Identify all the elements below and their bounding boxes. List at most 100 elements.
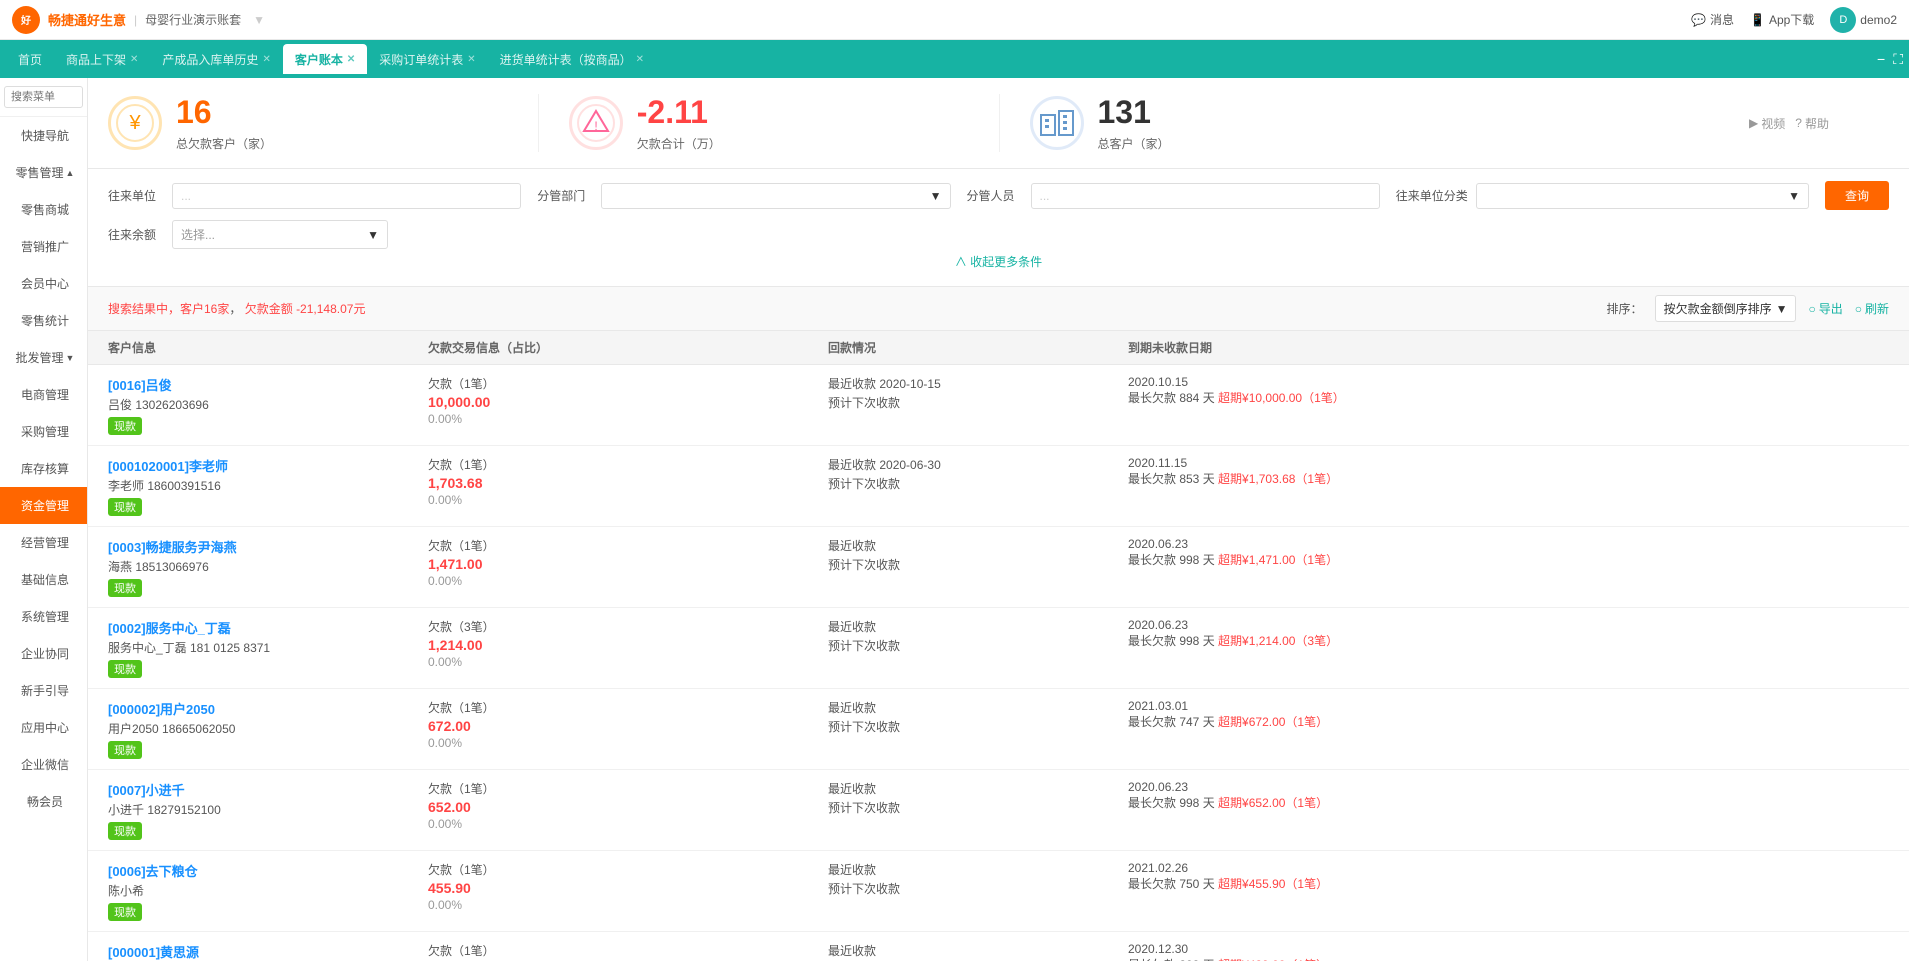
customer-info-cell: [0007]小进千 小进千 18279152100 现款 bbox=[108, 780, 428, 840]
sidebar-item-retail-shop[interactable]: 零售商城 bbox=[0, 191, 87, 228]
customer-info-cell: [0002]服务中心_丁磊 服务中心_丁磊 181 0125 8371 现款 bbox=[108, 618, 428, 678]
sidebar-item-marketing[interactable]: 营销推广 bbox=[0, 228, 87, 265]
customer-name-link[interactable]: [0007]小进千 bbox=[108, 780, 428, 799]
filter-dept: 分管部门 ▼ bbox=[537, 183, 950, 209]
sidebar-item-wholesale-mgmt[interactable]: 批发管理 ▼ bbox=[0, 339, 87, 376]
sidebar-item-business-mgmt[interactable]: 经营管理 bbox=[0, 524, 87, 561]
debt-percent: 0.00% bbox=[428, 898, 828, 912]
filter-select-balance[interactable]: 选择... ▼ bbox=[172, 220, 388, 249]
customer-phone: 小进千 18279152100 bbox=[108, 801, 428, 818]
filter-input-person[interactable]: ... bbox=[1031, 183, 1380, 209]
table-row: [0002]服务中心_丁磊 服务中心_丁磊 181 0125 8371 现款 欠… bbox=[88, 608, 1909, 689]
sidebar-item-system-mgmt[interactable]: 系统管理 bbox=[0, 598, 87, 635]
col-header-collection: 回款情况 bbox=[828, 339, 1128, 356]
help-btn[interactable]: ? 帮助 bbox=[1795, 115, 1829, 132]
sidebar-item-finance[interactable]: 资金管理 bbox=[0, 487, 87, 524]
customer-name-link[interactable]: [000001]黄思源 bbox=[108, 942, 428, 961]
stat-label-customers: 总欠款客户（家） bbox=[176, 135, 272, 152]
video-help-btn[interactable]: ▶ 视频 bbox=[1749, 115, 1785, 132]
refresh-btn[interactable]: ○ 刷新 bbox=[1855, 300, 1889, 317]
stat-icon-2: ! bbox=[569, 96, 623, 150]
results-info: 搜索结果中，客户16家， 欠款金额 -21,148.07元 bbox=[108, 300, 365, 317]
filter-row-1: 往来单位 ... 分管部门 ▼ 分管人员 ... bbox=[108, 181, 1889, 210]
maximize-icon[interactable]: ⛶ bbox=[1893, 51, 1903, 68]
stat-number-customers: 16 bbox=[176, 94, 272, 131]
export-btn[interactable]: ○ 导出 bbox=[1808, 300, 1842, 317]
close-icon[interactable]: ✕ bbox=[130, 54, 138, 65]
collection-cell: 最近收款 2020-06-30 预计下次收款 bbox=[828, 456, 1128, 516]
close-icon[interactable]: ✕ bbox=[636, 54, 644, 65]
logo-area: 好 畅捷通好生意 | 母婴行业演示账套 ▼ bbox=[12, 6, 265, 34]
minimize-icon[interactable]: − bbox=[1877, 51, 1885, 67]
customer-tag: 现款 bbox=[108, 417, 142, 435]
debt-amount: 1,703.68 bbox=[428, 475, 828, 491]
duedate-cell: 2020.12.30 最长欠款 808 天 超期¥429.00（1笔） bbox=[1128, 942, 1889, 961]
sidebar-item-inventory[interactable]: 库存核算 bbox=[0, 450, 87, 487]
tab-stock-stats[interactable]: 进货单统计表（按商品） ✕ bbox=[488, 44, 656, 74]
stat-info-2: -2.11 欠款合计（万） bbox=[637, 94, 721, 152]
logo-text: 畅捷通好生意 bbox=[48, 10, 126, 29]
sidebar-item-enterprise-wechat[interactable]: 企业微信 bbox=[0, 746, 87, 783]
sort-select[interactable]: 按欠款金额倒序排序 ▼ bbox=[1655, 295, 1797, 322]
sidebar-item-enterprise-collab[interactable]: 企业协同 bbox=[0, 635, 87, 672]
overdue-link[interactable]: 超期¥1,703.68（1笔） bbox=[1218, 472, 1338, 486]
customer-name-link[interactable]: [0002]服务中心_丁磊 bbox=[108, 618, 428, 637]
customer-tag: 现款 bbox=[108, 579, 142, 597]
table-row: [0007]小进千 小进千 18279152100 现款 欠款（1笔） 652.… bbox=[88, 770, 1909, 851]
customer-name-link[interactable]: [000002]用户2050 bbox=[108, 699, 428, 718]
filter-select-dept[interactable]: ▼ bbox=[601, 183, 950, 209]
debt-amount: 10,000.00 bbox=[428, 394, 828, 410]
tab-purchase-stats[interactable]: 采购订单统计表 ✕ bbox=[367, 44, 487, 74]
sidebar-item-retail-mgmt[interactable]: 零售管理 ▲ bbox=[0, 154, 87, 191]
debt-percent: 0.00% bbox=[428, 655, 828, 669]
filter-label-balance: 往来余额 bbox=[108, 226, 164, 243]
overdue-link[interactable]: 超期¥1,471.00（1笔） bbox=[1218, 553, 1338, 567]
filter-input-unit[interactable]: ... bbox=[172, 183, 521, 209]
sidebar-search-input[interactable] bbox=[4, 86, 83, 108]
sidebar-item-member-center[interactable]: 会员中心 bbox=[0, 265, 87, 302]
customer-name-link[interactable]: [0006]去下粮仓 bbox=[108, 861, 428, 880]
customer-name-link[interactable]: [0016]吕俊 bbox=[108, 375, 428, 394]
logo-icon: 好 bbox=[12, 6, 40, 34]
overdue-link[interactable]: 超期¥455.90（1笔） bbox=[1218, 877, 1328, 891]
sidebar-item-basic-info[interactable]: 基础信息 bbox=[0, 561, 87, 598]
sidebar-item-app-center[interactable]: 应用中心 bbox=[0, 709, 87, 746]
overdue-link[interactable]: 超期¥1,214.00（3笔） bbox=[1218, 634, 1338, 648]
col-header-duedate: 到期未收款日期 bbox=[1128, 339, 1889, 356]
collapse-more-btn[interactable]: ∧ 收起更多条件 bbox=[108, 249, 1889, 274]
stat-label-debt: 欠款合计（万） bbox=[637, 135, 721, 152]
close-icon[interactable]: ✕ bbox=[262, 54, 270, 65]
tab-home[interactable]: 首页 bbox=[6, 44, 54, 74]
tab-production-history[interactable]: 产成品入库单历史 ✕ bbox=[150, 44, 282, 74]
sidebar-item-member-vip[interactable]: 畅会员 bbox=[0, 783, 87, 820]
sidebar-item-ecommerce[interactable]: 电商管理 bbox=[0, 376, 87, 413]
collection-cell: 最近收款 预计下次收款 bbox=[828, 942, 1128, 961]
sidebar-item-newbie-guide[interactable]: 新手引导 bbox=[0, 672, 87, 709]
overdue-link[interactable]: 超期¥672.00（1笔） bbox=[1218, 715, 1328, 729]
customer-name-link[interactable]: [0003]畅捷服务尹海燕 bbox=[108, 537, 428, 556]
tab-customer-account[interactable]: 客户账本 ✕ bbox=[283, 44, 367, 74]
close-icon[interactable]: ✕ bbox=[347, 54, 355, 65]
search-button[interactable]: 查询 bbox=[1825, 181, 1889, 210]
sidebar-item-purchase-mgmt[interactable]: 采购管理 bbox=[0, 413, 87, 450]
tab-goods-listing[interactable]: 商品上下架 ✕ bbox=[54, 44, 150, 74]
results-bar: 搜索结果中，客户16家， 欠款金额 -21,148.07元 排序： 按欠款金额倒… bbox=[88, 287, 1909, 331]
chevron-down-icon: ▼ bbox=[930, 189, 942, 203]
app-download-btn[interactable]: 📱 App下载 bbox=[1750, 11, 1814, 28]
filter-select-category[interactable]: ▼ bbox=[1476, 183, 1809, 209]
close-icon[interactable]: ✕ bbox=[467, 54, 475, 65]
debt-info-cell: 欠款（1笔） 10,000.00 0.00% bbox=[428, 375, 828, 435]
overdue-link[interactable]: 超期¥652.00（1笔） bbox=[1218, 796, 1328, 810]
video-icon: ▶ bbox=[1749, 116, 1758, 130]
sidebar-item-quick-nav[interactable]: 快捷导航 bbox=[0, 117, 87, 154]
stat-help-btns: ▶ 视频 ? 帮助 bbox=[1749, 115, 1829, 132]
sidebar-item-retail-stats[interactable]: 零售统计 bbox=[0, 302, 87, 339]
stat-label-total: 总客户（家） bbox=[1098, 135, 1170, 152]
collection-cell: 最近收款 预计下次收款 bbox=[828, 618, 1128, 678]
messages-btn[interactable]: 💬 消息 bbox=[1691, 11, 1734, 28]
user-menu[interactable]: D demo2 bbox=[1830, 7, 1897, 33]
customer-name-link[interactable]: [0001020001]李老师 bbox=[108, 456, 428, 475]
debt-info-cell: 欠款（1笔） 429.00 0.00% bbox=[428, 942, 828, 961]
customer-phone: 吕俊 13026203696 bbox=[108, 396, 428, 413]
overdue-link[interactable]: 超期¥10,000.00（1笔） bbox=[1218, 391, 1345, 405]
